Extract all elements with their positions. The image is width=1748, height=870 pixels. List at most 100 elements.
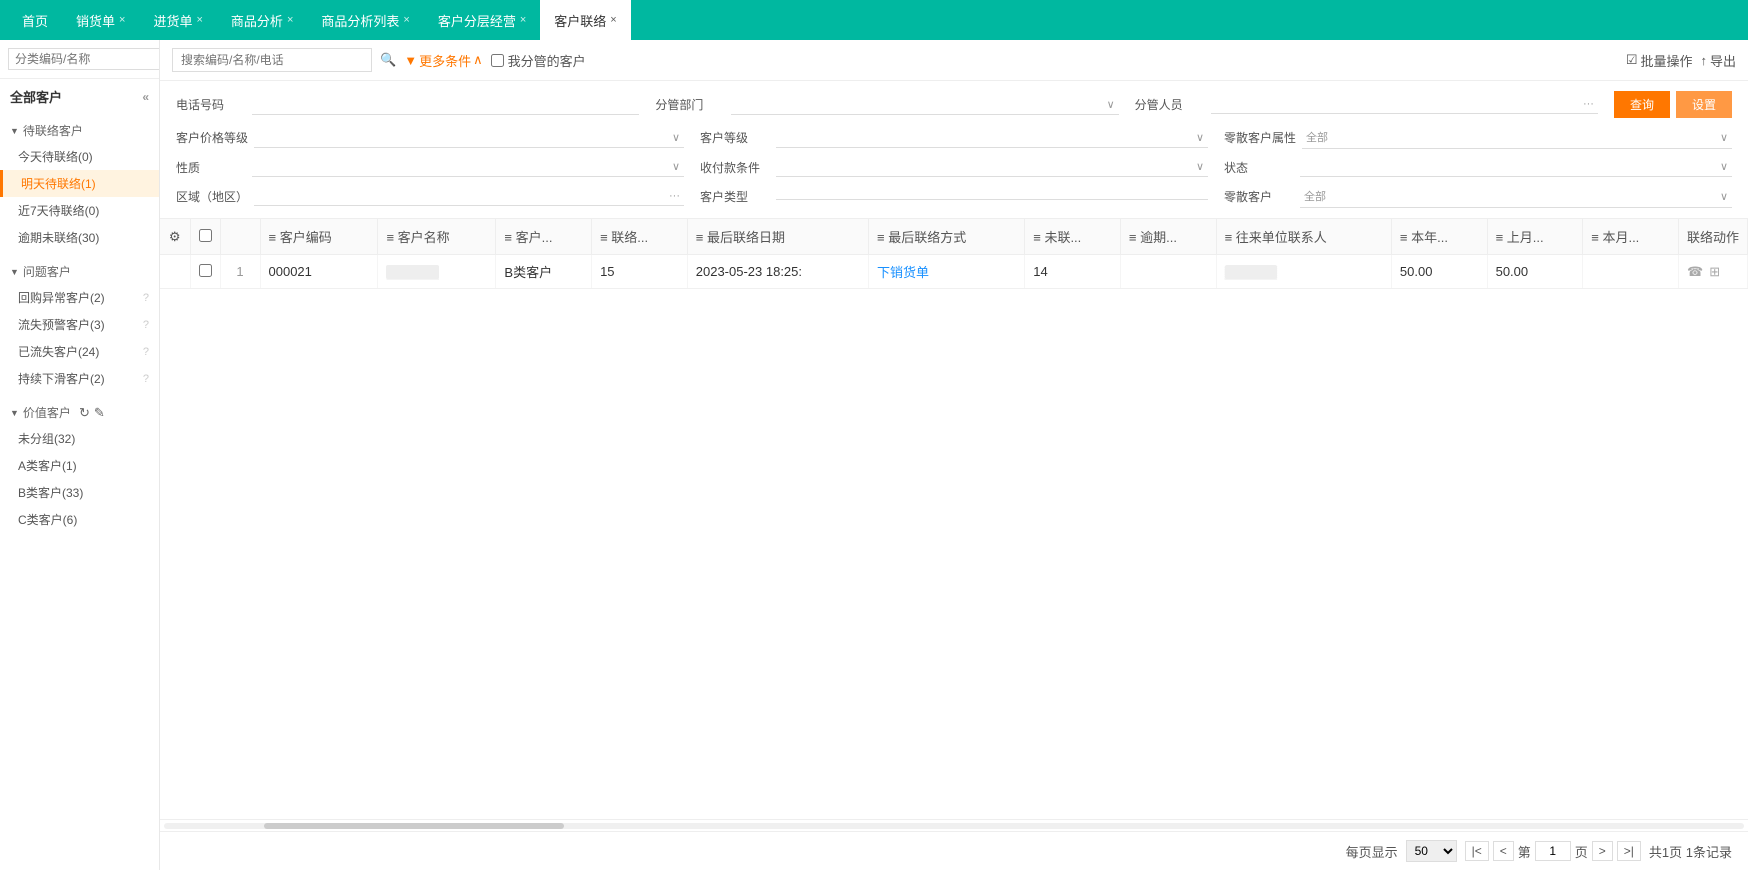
action-call-icon[interactable]: ☎ <box>1687 264 1703 280</box>
nav-close-purchase[interactable]: × <box>196 14 202 26</box>
td-last-way[interactable]: 下销货单 <box>869 255 1025 289</box>
footer: 每页显示 50 100 |< < 第 页 > >| 共1页 1条记录 <box>160 831 1748 870</box>
th-name[interactable]: ≡ 客户名称 <box>378 219 496 255</box>
filter-select-price-level[interactable]: ∨ <box>254 128 684 148</box>
td-actions: ☎ ⊞ <box>1678 255 1747 289</box>
sidebar-item-repurchase[interactable]: 回购异常客户(2) ? <box>0 284 159 311</box>
action-grid-icon[interactable]: ⊞ <box>1709 264 1720 280</box>
th-last-date[interactable]: ≡ 最后联络日期 <box>687 219 868 255</box>
filter-more-button[interactable]: ▼ 更多条件 ∧ <box>404 51 482 70</box>
search-button[interactable]: 🔍 <box>380 52 396 68</box>
nav-home[interactable]: 首页 <box>8 0 62 40</box>
batch-button[interactable]: ☑ 批量操作 <box>1626 51 1693 70</box>
th-unit-contact[interactable]: ≡ 往来单位联系人 <box>1216 219 1391 255</box>
nav-customer-tier[interactable]: 客户分层经营 × <box>424 0 540 40</box>
last-way-link[interactable]: 下销货单 <box>877 265 929 280</box>
th-last-month[interactable]: ≡ 上月... <box>1487 219 1583 255</box>
th-contacts[interactable]: ≡ 联络... <box>592 219 688 255</box>
page-input[interactable] <box>1535 841 1571 861</box>
sidebar-item-7days[interactable]: 近7天待联络(0) <box>0 197 159 224</box>
filter-select-status[interactable]: ∨ <box>1300 157 1732 177</box>
sidebar-search-input[interactable] <box>8 48 160 70</box>
sidebar-section-problem: 问题客户 回购异常客户(2) ? 流失预警客户(3) ? 已流失客户(24) ?… <box>0 255 159 396</box>
sidebar-section-title-problem: 问题客户 <box>0 259 159 284</box>
sidebar-item-class-b[interactable]: B类客户(33) <box>0 479 159 506</box>
my-customers-checkbox-label[interactable]: 我分管的客户 <box>491 51 586 70</box>
filter-select-region[interactable]: ··· <box>254 187 684 206</box>
nav-close-customer-contact[interactable]: × <box>610 14 616 26</box>
filter-input-phone[interactable] <box>252 94 639 115</box>
th-type[interactable]: ≡ 客户... <box>496 219 592 255</box>
nav-close-product-analysis[interactable]: × <box>287 14 293 26</box>
filter-label-retail-customer: 零散客户 <box>1224 188 1294 205</box>
td-code: 000021 <box>260 255 378 289</box>
nav-product-analysis-list[interactable]: 商品分析列表 × <box>307 0 423 40</box>
page-last-button[interactable]: >| <box>1617 841 1641 861</box>
search-input[interactable] <box>172 48 372 72</box>
nav-product-analysis[interactable]: 商品分析 × <box>217 0 307 40</box>
sidebar-item-churn-warning[interactable]: 流失预警客户(3) ? <box>0 311 159 338</box>
sidebar-item-overdue[interactable]: 逾期未联络(30) <box>0 224 159 251</box>
filter-select-nature[interactable]: ∨ <box>252 157 684 177</box>
filter-select-retail-customer[interactable]: 全部 ∨ <box>1300 185 1732 208</box>
action-icons: ☎ ⊞ <box>1687 264 1739 280</box>
query-button[interactable]: 查询 <box>1614 91 1670 118</box>
chevron-down-icon-5: ∨ <box>672 160 680 173</box>
sidebar-section-value: 价值客户 ↻ ✎ 未分组(32) A类客户(1) B类客户(33) C类客户(6… <box>0 396 159 537</box>
td-overdue <box>1120 255 1216 289</box>
chevron-down-icon-8: ∨ <box>1720 190 1728 203</box>
filter-label-dept: 分管部门 <box>655 96 725 113</box>
filter-select-manager[interactable]: ··· <box>1211 95 1598 114</box>
page-prev-button[interactable]: < <box>1493 841 1514 861</box>
export-icon: ↑ <box>1700 53 1707 68</box>
nav-close-sales[interactable]: × <box>119 14 125 26</box>
nav-close-customer-tier[interactable]: × <box>520 14 526 26</box>
masked-name: ▓▓▓▓▓▓ <box>386 265 439 279</box>
sidebar-item-class-a[interactable]: A类客户(1) <box>0 452 159 479</box>
filter-select-customer-type[interactable] <box>776 193 1208 200</box>
edit-icon[interactable]: ✎ <box>94 405 105 421</box>
nav-sales[interactable]: 销货单 × <box>62 0 139 40</box>
scrollbar-track <box>164 823 1744 829</box>
filter-select-dept[interactable]: ∨ <box>731 95 1118 115</box>
setting-button[interactable]: 设置 <box>1676 91 1732 118</box>
sidebar-item-class-c[interactable]: C类客户(6) <box>0 506 159 533</box>
filter-select-customer-level[interactable]: ∨ <box>776 128 1208 148</box>
th-checkbox[interactable] <box>190 219 220 255</box>
sidebar-item-ungrouped[interactable]: 未分组(32) <box>0 425 159 452</box>
nav-purchase[interactable]: 进货单 × <box>139 0 216 40</box>
td-checkbox[interactable] <box>190 255 220 289</box>
td-not-contacted: 14 <box>1025 255 1121 289</box>
table-container: ⚙ ≡ 客户编码 ≡ 客户名称 ≡ 客户... ≡ 联络... ≡ 最后联络日期… <box>160 219 1748 819</box>
per-page-select[interactable]: 50 100 <box>1406 840 1457 862</box>
my-customers-checkbox[interactable] <box>491 54 504 67</box>
page-first-button[interactable]: |< <box>1465 841 1489 861</box>
nav-customer-contact[interactable]: 客户联络 × <box>540 0 630 40</box>
row-checkbox[interactable] <box>199 264 212 277</box>
scrollbar-thumb[interactable] <box>264 823 564 829</box>
sidebar-item-declining[interactable]: 持续下滑客户(2) ? <box>0 365 159 392</box>
th-last-way[interactable]: ≡ 最后联络方式 <box>869 219 1025 255</box>
sidebar-item-today[interactable]: 今天待联络(0) <box>0 143 159 170</box>
th-not-contacted[interactable]: ≡ 未联... <box>1025 219 1121 255</box>
select-all-checkbox[interactable] <box>199 229 212 242</box>
nav-close-product-analysis-list[interactable]: × <box>403 14 409 26</box>
export-button[interactable]: ↑ 导出 <box>1700 51 1736 70</box>
filter-retail-attr: 零散客户属性 全部 ∨ <box>1224 126 1732 149</box>
th-overdue[interactable]: ≡ 逾期... <box>1120 219 1216 255</box>
th-code[interactable]: ≡ 客户编码 <box>260 219 378 255</box>
filter-row-2: 客户价格等级 ∨ 客户等级 ∨ 零散客户属性 全部 <box>176 126 1732 149</box>
filter-select-retail-attr[interactable]: 全部 ∨ <box>1302 126 1732 149</box>
help-icon-repurchase: ? <box>143 292 149 304</box>
filter-select-payment[interactable]: ∨ <box>776 157 1208 177</box>
top-navigation: 首页 销货单 × 进货单 × 商品分析 × 商品分析列表 × 客户分层经营 × … <box>0 0 1748 40</box>
page-next-button[interactable]: > <box>1592 841 1613 861</box>
td-contacts: 15 <box>592 255 688 289</box>
th-settings[interactable]: ⚙ <box>160 219 190 255</box>
sidebar-item-churned[interactable]: 已流失客户(24) ? <box>0 338 159 365</box>
sidebar-all-customers[interactable]: 全部客户 « <box>0 79 159 114</box>
refresh-icon[interactable]: ↻ <box>79 405 90 421</box>
th-this-year[interactable]: ≡ 本年... <box>1391 219 1487 255</box>
sidebar-item-tomorrow[interactable]: 明天待联络(1) <box>0 170 159 197</box>
th-this-month[interactable]: ≡ 本月... <box>1583 219 1679 255</box>
